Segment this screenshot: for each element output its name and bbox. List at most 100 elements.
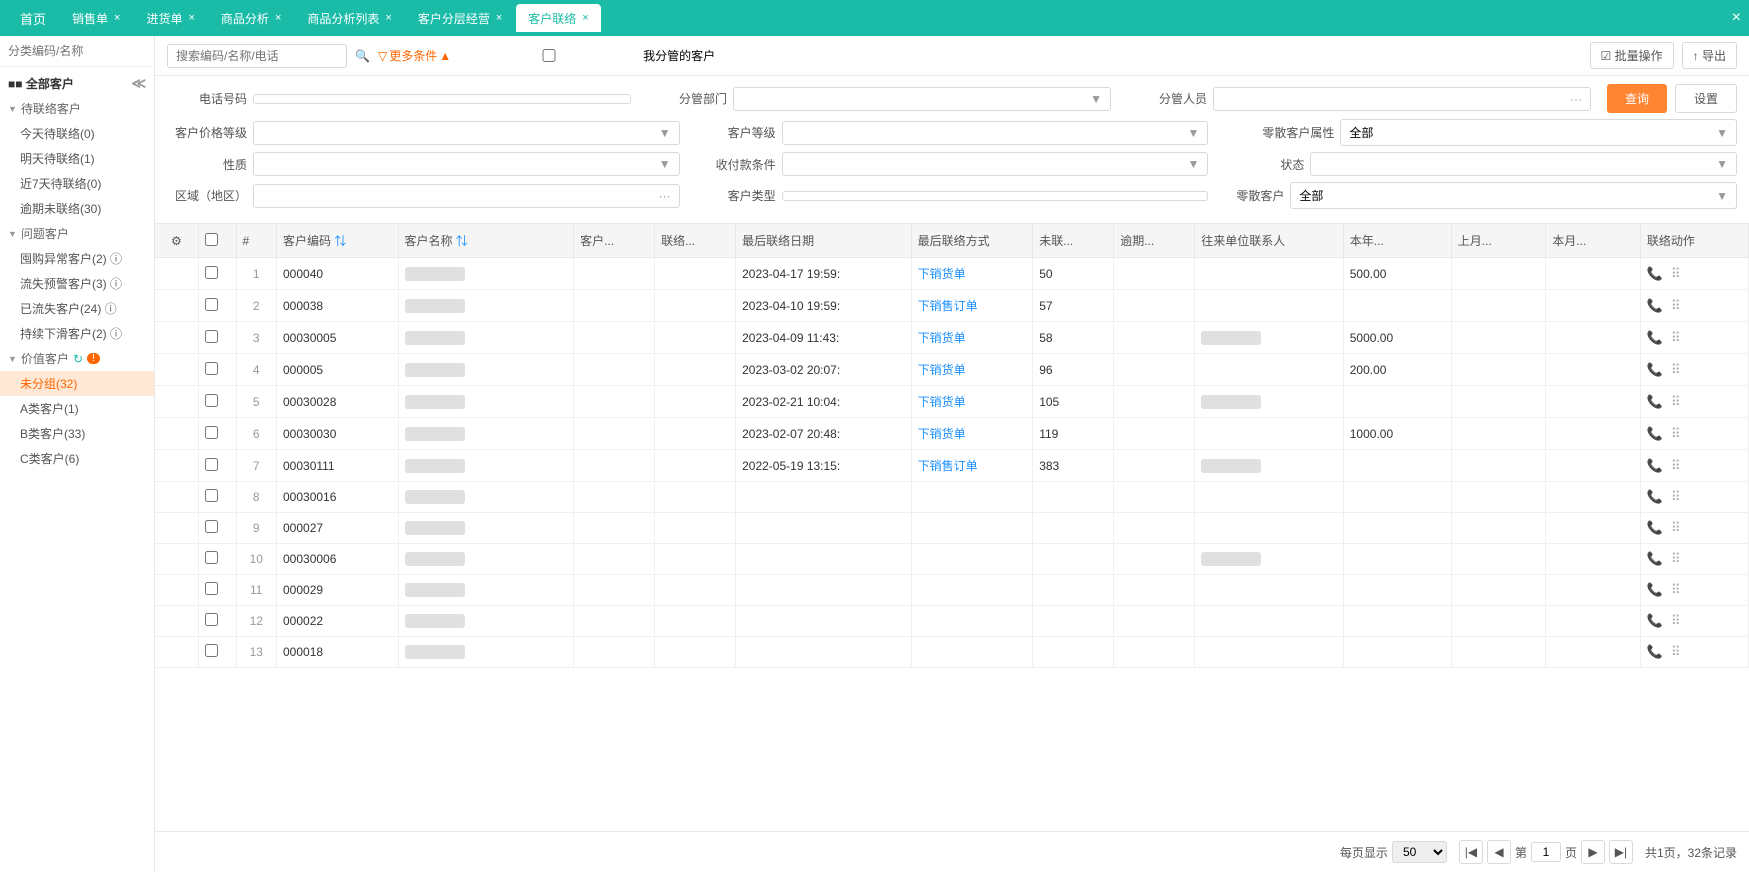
row-more-icon[interactable]: ⠿: [1671, 458, 1681, 474]
col-last-method[interactable]: 最后联络方式: [911, 224, 1033, 258]
sidebar-item-ungroup[interactable]: 未分组(32): [0, 371, 154, 396]
tab-customer-contact[interactable]: 客户联络 ×: [516, 4, 600, 32]
col-type[interactable]: 客户...: [574, 224, 655, 258]
price-level-input[interactable]: ▼: [253, 121, 680, 145]
row-checkbox[interactable]: [198, 482, 236, 513]
sidebar-collapse-icon[interactable]: ≪: [131, 75, 146, 92]
tab-product-analysis-close[interactable]: ×: [275, 12, 281, 24]
row-check[interactable]: [205, 362, 218, 375]
row-check[interactable]: [205, 426, 218, 439]
problem-group-label[interactable]: 问题客户: [0, 221, 154, 246]
row-phone-icon[interactable]: 📞: [1647, 330, 1663, 346]
export-button[interactable]: ↑ 导出: [1682, 42, 1737, 69]
nature-input[interactable]: ▼: [253, 152, 680, 176]
row-last-method[interactable]: 下销售订单: [911, 290, 1033, 322]
row-check[interactable]: [205, 330, 218, 343]
all-customers-title[interactable]: ■■ 全部客户 ≪: [0, 67, 154, 96]
sidebar-item-c-class[interactable]: C类客户(6): [0, 446, 154, 471]
tab-customer-tier[interactable]: 客户分层经营 ×: [406, 4, 514, 32]
reset-button[interactable]: 设置: [1675, 84, 1737, 113]
row-last-method[interactable]: [911, 513, 1033, 544]
manager-input[interactable]: ···: [1213, 87, 1591, 111]
row-more-icon[interactable]: ⠿: [1671, 298, 1681, 314]
row-check[interactable]: [205, 394, 218, 407]
col-last-date[interactable]: 最后联络日期: [736, 224, 912, 258]
my-customers-check[interactable]: [459, 49, 639, 62]
row-more-icon[interactable]: ⠿: [1671, 551, 1681, 567]
row-more-icon[interactable]: ⠿: [1671, 489, 1681, 505]
row-phone-icon[interactable]: 📞: [1647, 644, 1663, 660]
row-check[interactable]: [205, 489, 218, 502]
next-page-button[interactable]: ▶: [1581, 840, 1605, 864]
row-checkbox[interactable]: [198, 513, 236, 544]
sidebar-item-7day-pending[interactable]: 近7天待联络(0): [0, 171, 154, 196]
row-checkbox[interactable]: [198, 354, 236, 386]
row-check[interactable]: [205, 266, 218, 279]
row-last-method[interactable]: 下销售订单: [911, 450, 1033, 482]
row-checkbox[interactable]: [198, 322, 236, 354]
col-check[interactable]: [198, 224, 236, 258]
sidebar-item-overdue-pending[interactable]: 逾期未联络(30): [0, 196, 154, 221]
last-page-button[interactable]: ▶|: [1609, 840, 1633, 864]
row-last-method[interactable]: [911, 637, 1033, 668]
tab-product-analysis-list[interactable]: 商品分析列表 ×: [295, 4, 403, 32]
row-check[interactable]: [205, 613, 218, 626]
tab-customer-contact-close[interactable]: ×: [582, 12, 588, 24]
sidebar-search-input[interactable]: [8, 44, 155, 58]
row-more-icon[interactable]: ⠿: [1671, 582, 1681, 598]
row-checkbox[interactable]: [198, 606, 236, 637]
row-last-method[interactable]: 下销货单: [911, 322, 1033, 354]
col-gear[interactable]: ⚙: [155, 224, 198, 258]
row-more-icon[interactable]: ⠿: [1671, 644, 1681, 660]
query-button[interactable]: 查询: [1607, 84, 1667, 113]
first-page-button[interactable]: |◀: [1459, 840, 1483, 864]
row-phone-icon[interactable]: 📞: [1647, 489, 1663, 505]
col-uncontacted[interactable]: 未联...: [1033, 224, 1114, 258]
col-last-month[interactable]: 上月...: [1451, 224, 1546, 258]
row-last-method[interactable]: 下销货单: [911, 386, 1033, 418]
tab-home[interactable]: 首页: [8, 9, 58, 28]
tab-sales-close[interactable]: ×: [114, 12, 120, 24]
row-more-icon[interactable]: ⠿: [1671, 362, 1681, 378]
sidebar-item-today-pending[interactable]: 今天待联络(0): [0, 121, 154, 146]
row-last-method[interactable]: [911, 575, 1033, 606]
col-overdue[interactable]: 逾期...: [1114, 224, 1195, 258]
tab-purchase[interactable]: 进货单 ×: [134, 4, 206, 32]
row-checkbox[interactable]: [198, 290, 236, 322]
row-phone-icon[interactable]: 📞: [1647, 362, 1663, 378]
sidebar-item-b-class[interactable]: B类客户(33): [0, 421, 154, 446]
sidebar-item-hoard-abnormal[interactable]: 囤购异常客户(2) ⓘ: [0, 246, 154, 271]
select-all-checkbox[interactable]: [205, 233, 218, 246]
sidebar-item-a-class[interactable]: A类客户(1): [0, 396, 154, 421]
row-phone-icon[interactable]: 📞: [1647, 426, 1663, 442]
payment-input[interactable]: ▼: [782, 152, 1209, 176]
tab-product-analysis-list-close[interactable]: ×: [385, 12, 391, 24]
row-phone-icon[interactable]: 📞: [1647, 266, 1663, 282]
page-size-select[interactable]: 50 20 100: [1392, 841, 1447, 863]
row-phone-icon[interactable]: 📞: [1647, 582, 1663, 598]
row-last-method[interactable]: 下销货单: [911, 418, 1033, 450]
col-this-year[interactable]: 本年...: [1343, 224, 1451, 258]
row-phone-icon[interactable]: 📞: [1647, 298, 1663, 314]
row-check[interactable]: [205, 582, 218, 595]
row-phone-icon[interactable]: 📞: [1647, 394, 1663, 410]
row-last-method[interactable]: 下销货单: [911, 354, 1033, 386]
status-input[interactable]: ▼: [1310, 152, 1737, 176]
row-more-icon[interactable]: ⠿: [1671, 613, 1681, 629]
sidebar-item-lost[interactable]: 已流失客户(24) ⓘ: [0, 296, 154, 321]
retail-input[interactable]: 全部▼: [1290, 182, 1737, 209]
col-contact[interactable]: 联络...: [655, 224, 736, 258]
my-customers-checkbox[interactable]: 我分管的客户: [459, 47, 715, 64]
row-more-icon[interactable]: ⠿: [1671, 426, 1681, 442]
sidebar-item-declining[interactable]: 持续下滑客户(2) ⓘ: [0, 321, 154, 346]
search-input[interactable]: [167, 44, 347, 68]
row-checkbox[interactable]: [198, 450, 236, 482]
row-more-icon[interactable]: ⠿: [1671, 520, 1681, 536]
value-group-label[interactable]: 价值客户 ↻ !: [0, 346, 154, 371]
tab-purchase-close[interactable]: ×: [188, 12, 194, 24]
more-conditions-button[interactable]: ▽ 更多条件 ▲: [378, 47, 451, 64]
row-more-icon[interactable]: ⠿: [1671, 266, 1681, 282]
row-more-icon[interactable]: ⠿: [1671, 330, 1681, 346]
sidebar-item-churn-warning[interactable]: 流失预警客户(3) ⓘ: [0, 271, 154, 296]
row-check[interactable]: [205, 458, 218, 471]
